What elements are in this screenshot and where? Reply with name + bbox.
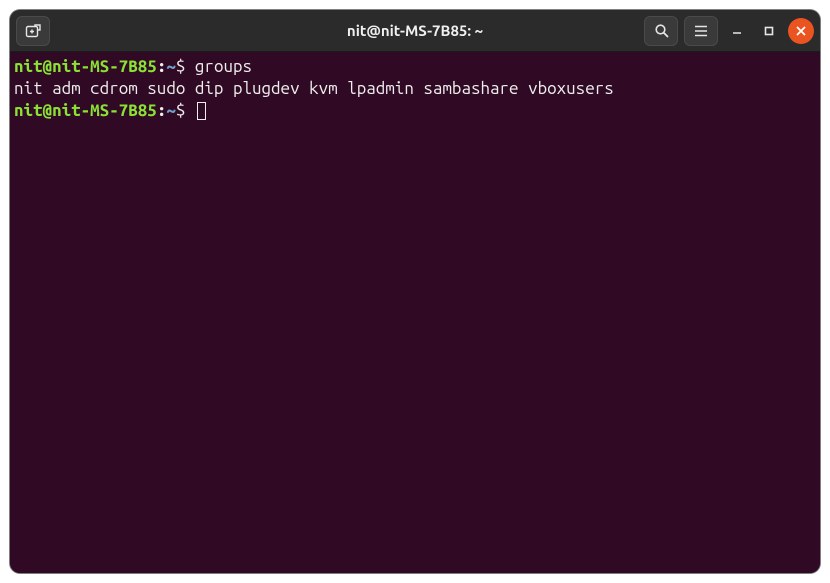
prompt-user-host: nit@nit-MS-7B85 <box>14 101 157 120</box>
hamburger-icon <box>694 25 708 37</box>
prompt-dollar: $ <box>176 57 195 76</box>
titlebar-left-group <box>16 16 50 46</box>
terminal-window: nit@nit-MS-7B85: ~ <box>10 10 820 573</box>
window-title: nit@nit-MS-7B85: ~ <box>347 22 483 39</box>
command-text: groups <box>195 57 252 76</box>
search-button[interactable] <box>644 16 678 46</box>
prompt-colon: : <box>157 57 167 76</box>
menu-button[interactable] <box>684 16 718 46</box>
minimize-button[interactable] <box>724 18 750 44</box>
command-output: nit adm cdrom sudo dip plugdev kvm lpadm… <box>14 79 614 98</box>
prompt-dollar: $ <box>176 101 195 120</box>
new-tab-button[interactable] <box>16 16 50 46</box>
prompt-path: ~ <box>166 101 176 120</box>
close-icon <box>795 25 807 37</box>
prompt-path: ~ <box>166 57 176 76</box>
new-tab-icon <box>25 24 41 38</box>
titlebar-right-group <box>644 16 814 46</box>
titlebar: nit@nit-MS-7B85: ~ <box>10 10 820 52</box>
terminal-body[interactable]: nit@nit-MS-7B85:~$ groups nit adm cdrom … <box>10 52 820 573</box>
minimize-icon <box>731 25 743 37</box>
maximize-icon <box>763 25 775 37</box>
prompt-user-host: nit@nit-MS-7B85 <box>14 57 157 76</box>
cursor <box>197 102 206 120</box>
close-button[interactable] <box>788 18 814 44</box>
search-icon <box>654 23 669 38</box>
maximize-button[interactable] <box>756 18 782 44</box>
prompt-colon: : <box>157 101 167 120</box>
